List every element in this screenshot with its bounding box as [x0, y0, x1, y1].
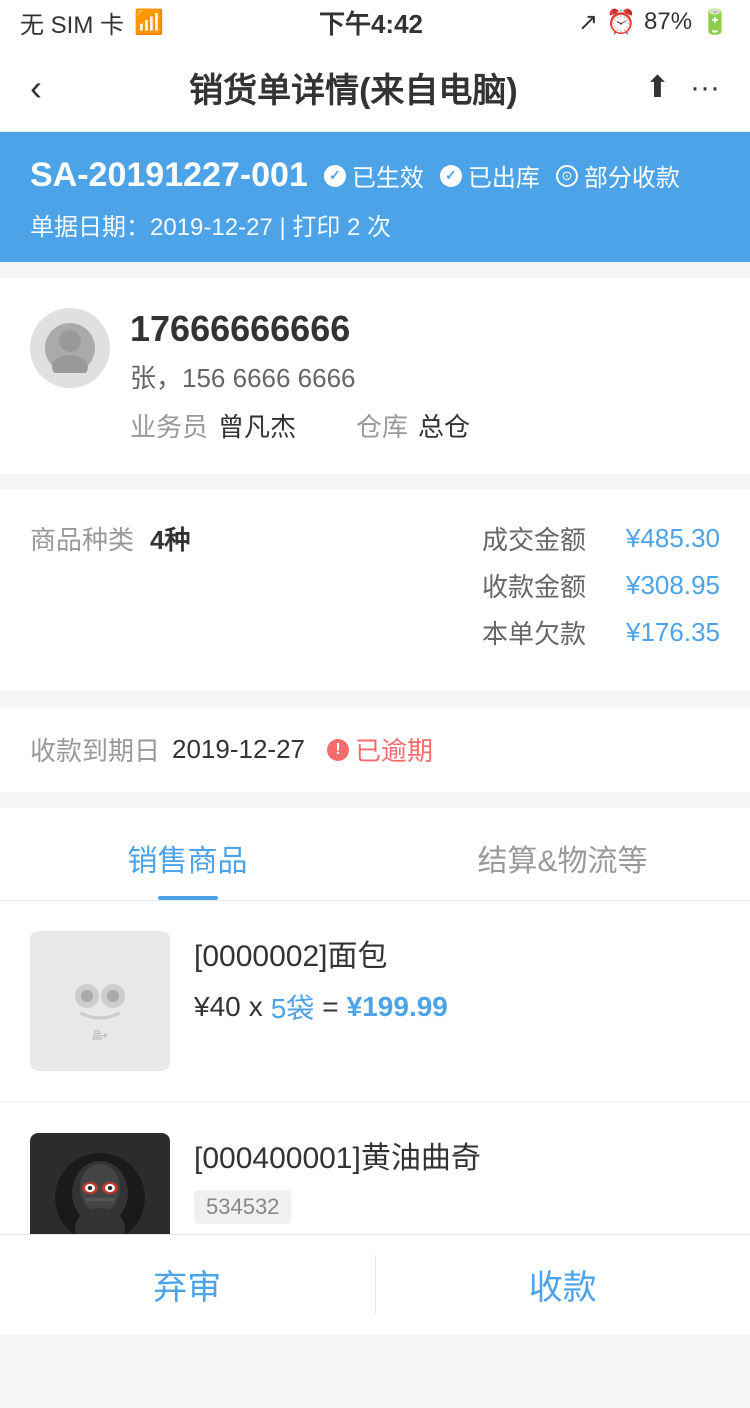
badge-shipped-label: 已出库: [468, 158, 540, 193]
price-x-1: x: [249, 991, 263, 1023]
received-row: 收款金额 ¥308.95: [482, 567, 720, 604]
nav-bar: ‹ 销货单详情(来自电脑) ⬆ ···: [0, 44, 750, 132]
warehouse-meta: 仓库 总仓: [356, 407, 470, 444]
warehouse-value: 总仓: [418, 407, 470, 444]
sales-meta: 业务员 曾凡杰: [130, 407, 296, 444]
badge-shipped: ✓ 已出库: [440, 158, 540, 193]
tab-settlement[interactable]: 结算&物流等: [375, 808, 750, 900]
location-icon: ↗: [578, 8, 598, 37]
share-icon[interactable]: ⬆: [645, 70, 670, 105]
amount-row: 成交金额 ¥485.30: [482, 520, 720, 557]
customer-meta: 业务员 曾凡杰 仓库 总仓: [130, 407, 720, 444]
status-time: 下午4:42: [319, 4, 423, 41]
overdue-dot-icon: !: [327, 739, 349, 761]
types-label: 商品种类: [30, 520, 134, 557]
nav-actions: ⬆ ···: [645, 70, 720, 105]
badge-active: ✓ 已生效: [324, 158, 424, 193]
battery-text: 87%: [644, 8, 692, 36]
clock-icon: ⊙: [556, 165, 578, 187]
avatar-icon: [45, 323, 95, 373]
product-price-1: ¥40 x 5袋 = ¥199.99: [194, 987, 720, 1027]
price-eq-1: =: [322, 991, 338, 1023]
sales-value: 曾凡杰: [218, 407, 296, 444]
received-label: 收款金额: [482, 567, 586, 604]
price-qty-1: 5袋: [271, 987, 315, 1027]
svg-text:品+: 品+: [92, 1030, 108, 1042]
product-card-1: 品+ [0000002]面包 ¥40 x 5袋 = ¥199.99: [0, 901, 750, 1101]
badge-partial-label: 部分收款: [584, 158, 680, 193]
tab-sales-products-label: 销售商品: [128, 845, 248, 878]
check-icon-2: ✓: [440, 165, 462, 187]
price-base-1: ¥40: [194, 991, 241, 1023]
product-name-2: [000400001]黄油曲奇: [194, 1133, 720, 1177]
confirm-label: 收款: [529, 1260, 597, 1309]
status-left: 无 SIM 卡 📶: [20, 5, 164, 40]
product-image-placeholder-1: 品+: [50, 951, 150, 1051]
bottom-bar: 弃审 收款: [0, 1234, 750, 1334]
received-value: ¥308.95: [626, 570, 720, 601]
product-types: 商品种类 4种: [30, 520, 190, 557]
summary-section: 商品种类 4种 成交金额 ¥485.30 收款金额 ¥308.95 本单欠款 ¥…: [0, 490, 750, 691]
check-icon-1: ✓: [324, 165, 346, 187]
owed-label: 本单欠款: [482, 614, 586, 651]
price-total-1: ¥199.99: [347, 991, 448, 1023]
types-value: 4种: [150, 520, 190, 557]
customer-avatar: [30, 308, 110, 388]
amount-label: 成交金额: [482, 520, 586, 557]
confirm-button[interactable]: 收款: [376, 1235, 750, 1334]
battery-icon: 🔋: [700, 8, 730, 37]
status-bar: 无 SIM 卡 📶 下午4:42 ↗ ⏰ 87% 🔋: [0, 0, 750, 44]
order-header-top: SA-20191227-001 ✓ 已生效 ✓ 已出库 ⊙ 部分收款: [30, 156, 720, 195]
alarm-icon: ⏰: [606, 8, 636, 37]
badge-partial: ⊙ 部分收款: [556, 158, 680, 193]
customer-section: 17666666666 张，156 6666 6666 业务员 曾凡杰 仓库 总…: [0, 278, 750, 474]
tabs-section: 销售商品 结算&物流等: [0, 808, 750, 901]
overdue-status: 已逾期: [355, 731, 433, 768]
status-right: ↗ ⏰ 87% 🔋: [578, 8, 730, 37]
order-header: SA-20191227-001 ✓ 已生效 ✓ 已出库 ⊙ 部分收款 单据日期：…: [0, 132, 750, 262]
overdue-section: 收款到期日 2019-12-27 ! 已逾期: [0, 707, 750, 792]
order-print: 打印 2 次: [292, 214, 391, 241]
product-tag-2: 534532: [194, 1190, 291, 1224]
more-icon[interactable]: ···: [690, 71, 720, 105]
overdue-label: 收款到期日: [30, 731, 160, 768]
back-button[interactable]: ‹: [30, 67, 42, 109]
warehouse-label: 仓库: [356, 407, 408, 444]
summary-right: 成交金额 ¥485.30 收款金额 ¥308.95 本单欠款 ¥176.35: [482, 520, 720, 661]
product-thumb-placeholder-1: 品+: [30, 931, 170, 1071]
carrier-text: 无 SIM 卡: [20, 5, 124, 40]
cancel-button[interactable]: 弃审: [0, 1235, 375, 1334]
summary-left: 商品种类 4种: [30, 520, 190, 557]
page-title: 销货单详情(来自电脑): [62, 63, 645, 112]
order-date: 单据日期：2019-12-27: [30, 214, 273, 241]
product-thumb-1: 品+: [30, 931, 170, 1071]
owed-value: ¥176.35: [626, 617, 720, 648]
user-avatar-svg: [45, 323, 95, 373]
owed-row: 本单欠款 ¥176.35: [482, 614, 720, 651]
amount-value: ¥485.30: [626, 523, 720, 554]
order-id: SA-20191227-001: [30, 156, 308, 195]
tab-sales-products[interactable]: 销售商品: [0, 808, 375, 900]
overdue-date: 2019-12-27: [172, 734, 305, 765]
customer-name: 张，156 6666 6666: [130, 358, 720, 395]
badge-active-label: 已生效: [352, 158, 424, 193]
tab-settlement-label: 结算&物流等: [477, 845, 647, 878]
wifi-icon: 📶: [134, 8, 164, 37]
status-badges: ✓ 已生效 ✓ 已出库 ⊙ 部分收款: [324, 158, 680, 193]
order-meta: 单据日期：2019-12-27 | 打印 2 次: [30, 207, 720, 242]
sales-label: 业务员: [130, 407, 208, 444]
customer-id: 17666666666: [130, 308, 720, 350]
product-info-1: [0000002]面包 ¥40 x 5袋 = ¥199.99: [194, 931, 720, 1027]
cancel-label: 弃审: [153, 1260, 221, 1309]
customer-info: 17666666666 张，156 6666 6666 业务员 曾凡杰 仓库 总…: [130, 308, 720, 444]
order-separator: |: [279, 214, 292, 241]
product-name-1: [0000002]面包: [194, 931, 720, 975]
overdue-badge: ! 已逾期: [327, 731, 433, 768]
